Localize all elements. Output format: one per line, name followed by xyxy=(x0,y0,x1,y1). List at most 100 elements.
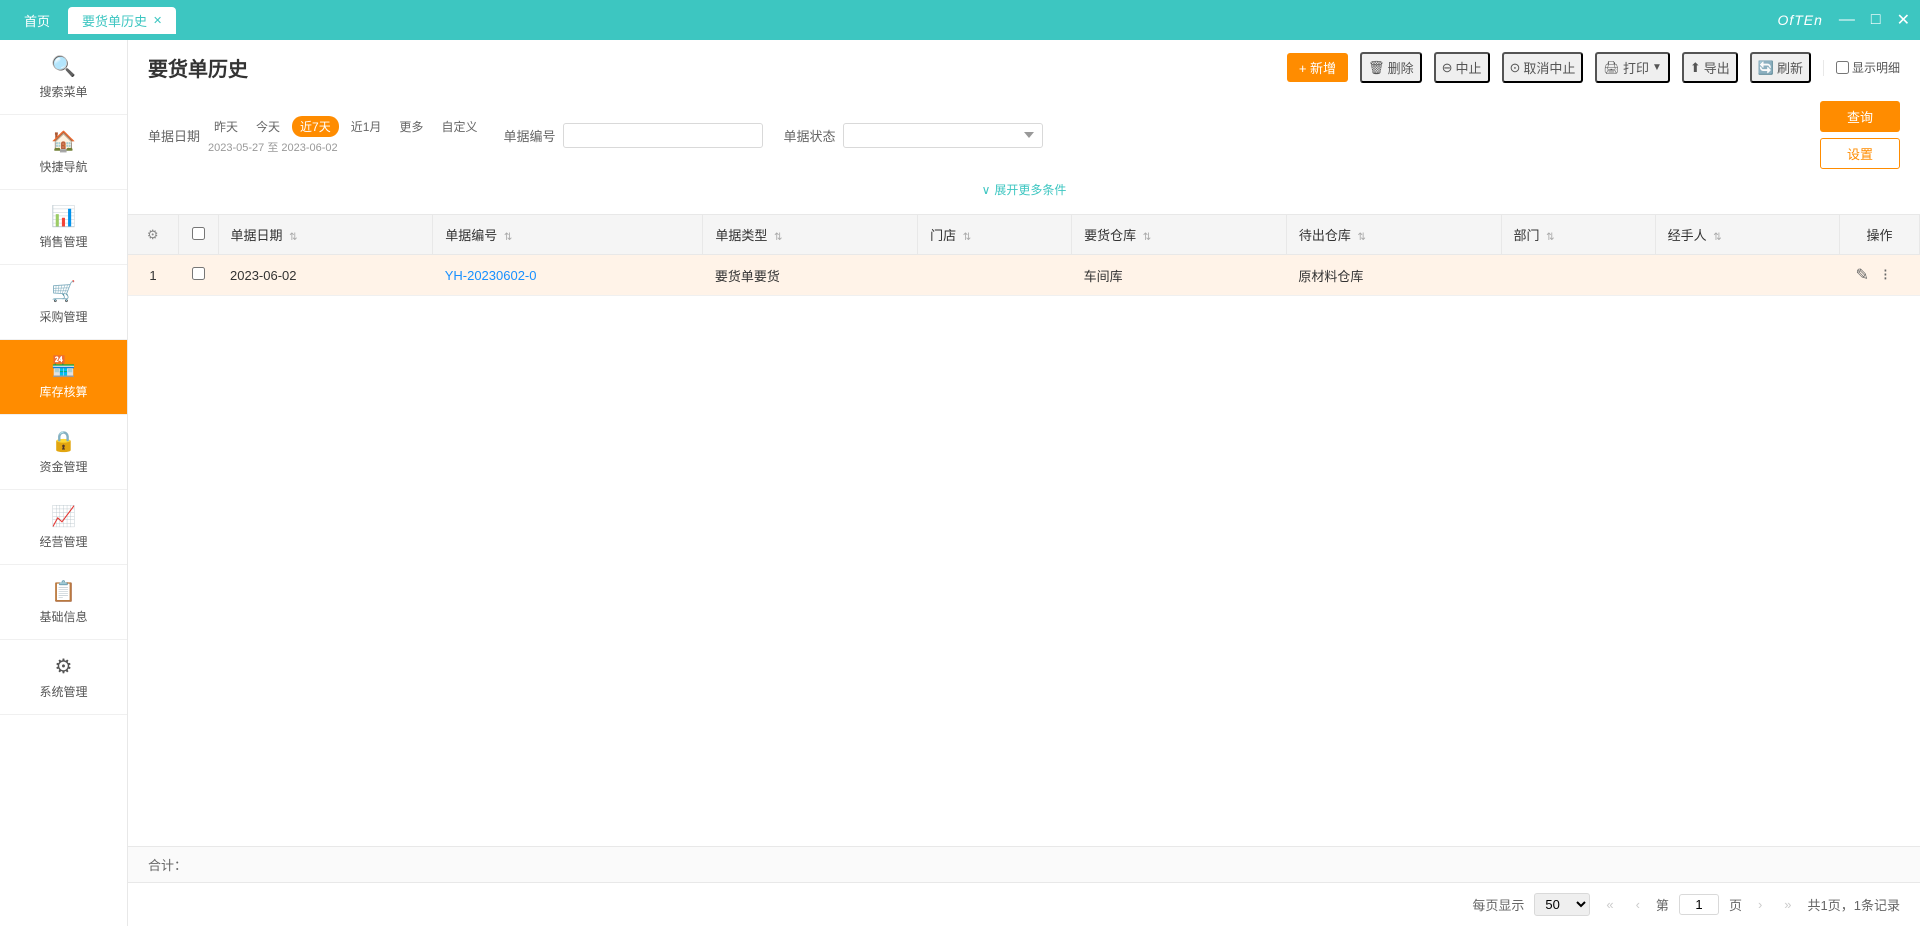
date-filter-group: 单据日期 昨天 今天 近7天 近1月 更多 自定义 2023-05-27 至 2… xyxy=(148,116,483,155)
col-type-sort[interactable]: ⇅ xyxy=(774,232,782,243)
window-controls: OfTEn — □ ✕ xyxy=(1777,10,1910,30)
brand-label: OfTEn xyxy=(1777,12,1822,28)
print-dropdown-icon: ▼ xyxy=(1652,62,1662,73)
sidebar: 🔍 搜索菜单 🏠 快捷导航 📊 销售管理 🛒 采购管理 🏪 库存核算 🔒 资金管… xyxy=(0,40,128,926)
sidebar-item-quicknav[interactable]: 🏠 快捷导航 xyxy=(0,115,127,190)
table-settings-icon[interactable]: ⚙ xyxy=(147,227,159,242)
export-icon: ⬆ xyxy=(1690,60,1701,76)
date-yesterday[interactable]: 昨天 xyxy=(208,116,244,137)
lock-icon: 🔒 xyxy=(51,429,76,454)
col-from-warehouse-sort[interactable]: ⇅ xyxy=(1143,232,1151,243)
table-wrapper: ⚙ 单据日期 ⇅ 单据编号 ⇅ xyxy=(128,215,1920,846)
sidebar-item-search[interactable]: 🔍 搜索菜单 xyxy=(0,40,127,115)
more-icon[interactable]: ⁝ xyxy=(1879,263,1892,287)
page-number-input[interactable] xyxy=(1679,894,1719,915)
last-page-button[interactable]: » xyxy=(1778,895,1797,914)
display-detail-checkbox-label[interactable]: 显示明细 xyxy=(1836,59,1900,76)
doc-number-label: 单据编号 xyxy=(503,126,555,145)
col-checkbox xyxy=(178,215,218,255)
col-date-label: 单据日期 xyxy=(231,228,283,243)
add-button[interactable]: + 新增 xyxy=(1287,53,1348,82)
col-number-label: 单据编号 xyxy=(445,228,497,243)
sidebar-item-operations[interactable]: 📈 经营管理 xyxy=(0,490,127,565)
prev-page-button[interactable]: ‹ xyxy=(1630,895,1646,914)
doc-number-input[interactable] xyxy=(563,123,763,148)
col-date-sort[interactable]: ⇅ xyxy=(289,232,297,243)
date-filter-label: 单据日期 xyxy=(148,126,200,145)
settings-button[interactable]: 设置 xyxy=(1820,138,1900,169)
cancel-suspend-icon: ⊙ xyxy=(1510,60,1521,76)
sidebar-item-finance[interactable]: 🔒 资金管理 xyxy=(0,415,127,490)
tab-home[interactable]: 首页 xyxy=(10,7,64,34)
table-footer: 合计： xyxy=(128,846,1920,882)
col-department-sort[interactable]: ⇅ xyxy=(1546,232,1554,243)
query-button[interactable]: 查询 xyxy=(1820,101,1900,132)
trending-icon: 📈 xyxy=(51,504,76,529)
sidebar-item-inventory-label: 库存核算 xyxy=(39,383,87,400)
table-row: 1 2023-06-02 YH-20230602-0 要货单要货 车间库 原材料… xyxy=(128,255,1920,296)
sidebar-item-purchase[interactable]: 🛒 采购管理 xyxy=(0,265,127,340)
minimize-button[interactable]: — xyxy=(1839,11,1855,29)
sidebar-item-system[interactable]: ⚙ 系统管理 xyxy=(0,640,127,715)
page-suffix: 页 xyxy=(1729,895,1742,914)
date-filter-options: 昨天 今天 近7天 近1月 更多 自定义 2023-05-27 至 2023-0… xyxy=(208,116,483,155)
chart-icon: 📊 xyxy=(51,204,76,229)
col-from-warehouse: 要货仓库 ⇅ xyxy=(1072,215,1287,255)
page-size-select[interactable]: 50 20 100 xyxy=(1534,893,1590,916)
col-handler: 经手人 ⇅ xyxy=(1655,215,1839,255)
col-to-warehouse-sort[interactable]: ⇅ xyxy=(1357,232,1365,243)
col-date: 单据日期 ⇅ xyxy=(218,215,433,255)
next-page-button[interactable]: › xyxy=(1752,895,1768,914)
print-button[interactable]: 🖨 打印 ▼ xyxy=(1595,52,1669,83)
content-area: 要货单历史 + 新增 🗑 删除 ⊖ 中止 ⊙ 取消中止 xyxy=(128,40,1920,926)
sidebar-item-system-label: 系统管理 xyxy=(39,683,87,700)
sidebar-item-search-label: 搜索菜单 xyxy=(39,83,87,100)
first-page-button[interactable]: « xyxy=(1600,895,1619,914)
close-button[interactable]: ✕ xyxy=(1897,10,1910,30)
page-label: 第 xyxy=(1656,895,1669,914)
export-button[interactable]: ⬆ 导出 xyxy=(1682,52,1738,83)
pagination-area: 每页显示 50 20 100 « ‹ 第 页 › » 共1页，1条记录 xyxy=(128,882,1920,926)
cell-store xyxy=(918,255,1072,296)
suspend-button[interactable]: ⊖ 中止 xyxy=(1434,52,1490,83)
col-to-warehouse-label: 待出仓库 xyxy=(1299,228,1351,243)
date-today[interactable]: 今天 xyxy=(250,116,286,137)
delete-icon: 🗑 xyxy=(1368,60,1385,76)
refresh-button[interactable]: 🔄 刷新 xyxy=(1750,52,1811,83)
row-checkbox[interactable] xyxy=(192,267,205,280)
display-detail-checkbox[interactable] xyxy=(1836,61,1849,74)
select-all-checkbox[interactable] xyxy=(192,227,205,240)
delete-button[interactable]: 🗑 删除 xyxy=(1360,52,1422,83)
col-store: 门店 ⇅ xyxy=(918,215,1072,255)
sidebar-item-quicknav-label: 快捷导航 xyxy=(39,158,87,175)
cancel-suspend-button[interactable]: ⊙ 取消中止 xyxy=(1502,52,1584,83)
date-7days[interactable]: 近7天 xyxy=(292,116,339,137)
col-store-sort[interactable]: ⇅ xyxy=(963,232,971,243)
expand-more-button[interactable]: ∨ 展开更多条件 xyxy=(148,177,1900,202)
col-handler-sort[interactable]: ⇅ xyxy=(1713,232,1721,243)
doc-number-link[interactable]: YH-20230602-0 xyxy=(445,268,537,283)
store-icon: 🏪 xyxy=(51,354,76,379)
doc-status-select[interactable] xyxy=(843,123,1043,148)
cell-type: 要货单要货 xyxy=(703,255,918,296)
cell-department xyxy=(1501,255,1655,296)
col-operation-label: 操作 xyxy=(1866,228,1892,243)
tab-close-icon[interactable]: ✕ xyxy=(153,14,162,27)
maximize-button[interactable]: □ xyxy=(1871,11,1881,29)
sidebar-item-sales[interactable]: 📊 销售管理 xyxy=(0,190,127,265)
tab-yaohuodan[interactable]: 要货单历史 ✕ xyxy=(68,7,176,34)
sidebar-item-inventory[interactable]: 🏪 库存核算 xyxy=(0,340,127,415)
tab-yaohuodan-label: 要货单历史 xyxy=(82,11,147,30)
main-layout: 🔍 搜索菜单 🏠 快捷导航 📊 销售管理 🛒 采购管理 🏪 库存核算 🔒 资金管… xyxy=(0,40,1920,926)
edit-icon[interactable]: ✎ xyxy=(1852,263,1873,287)
sidebar-item-basic[interactable]: 📋 基础信息 xyxy=(0,565,127,640)
date-range-display: 2023-05-27 至 2023-06-02 xyxy=(208,139,483,155)
date-custom[interactable]: 自定义 xyxy=(435,116,483,137)
col-number-sort[interactable]: ⇅ xyxy=(504,232,512,243)
total-records: 共1页，1条记录 xyxy=(1808,895,1900,914)
col-operation: 操作 xyxy=(1840,215,1920,255)
home-icon: 🏠 xyxy=(51,129,76,154)
date-more[interactable]: 更多 xyxy=(393,116,429,137)
col-type: 单据类型 ⇅ xyxy=(703,215,918,255)
date-1month[interactable]: 近1月 xyxy=(345,116,388,137)
